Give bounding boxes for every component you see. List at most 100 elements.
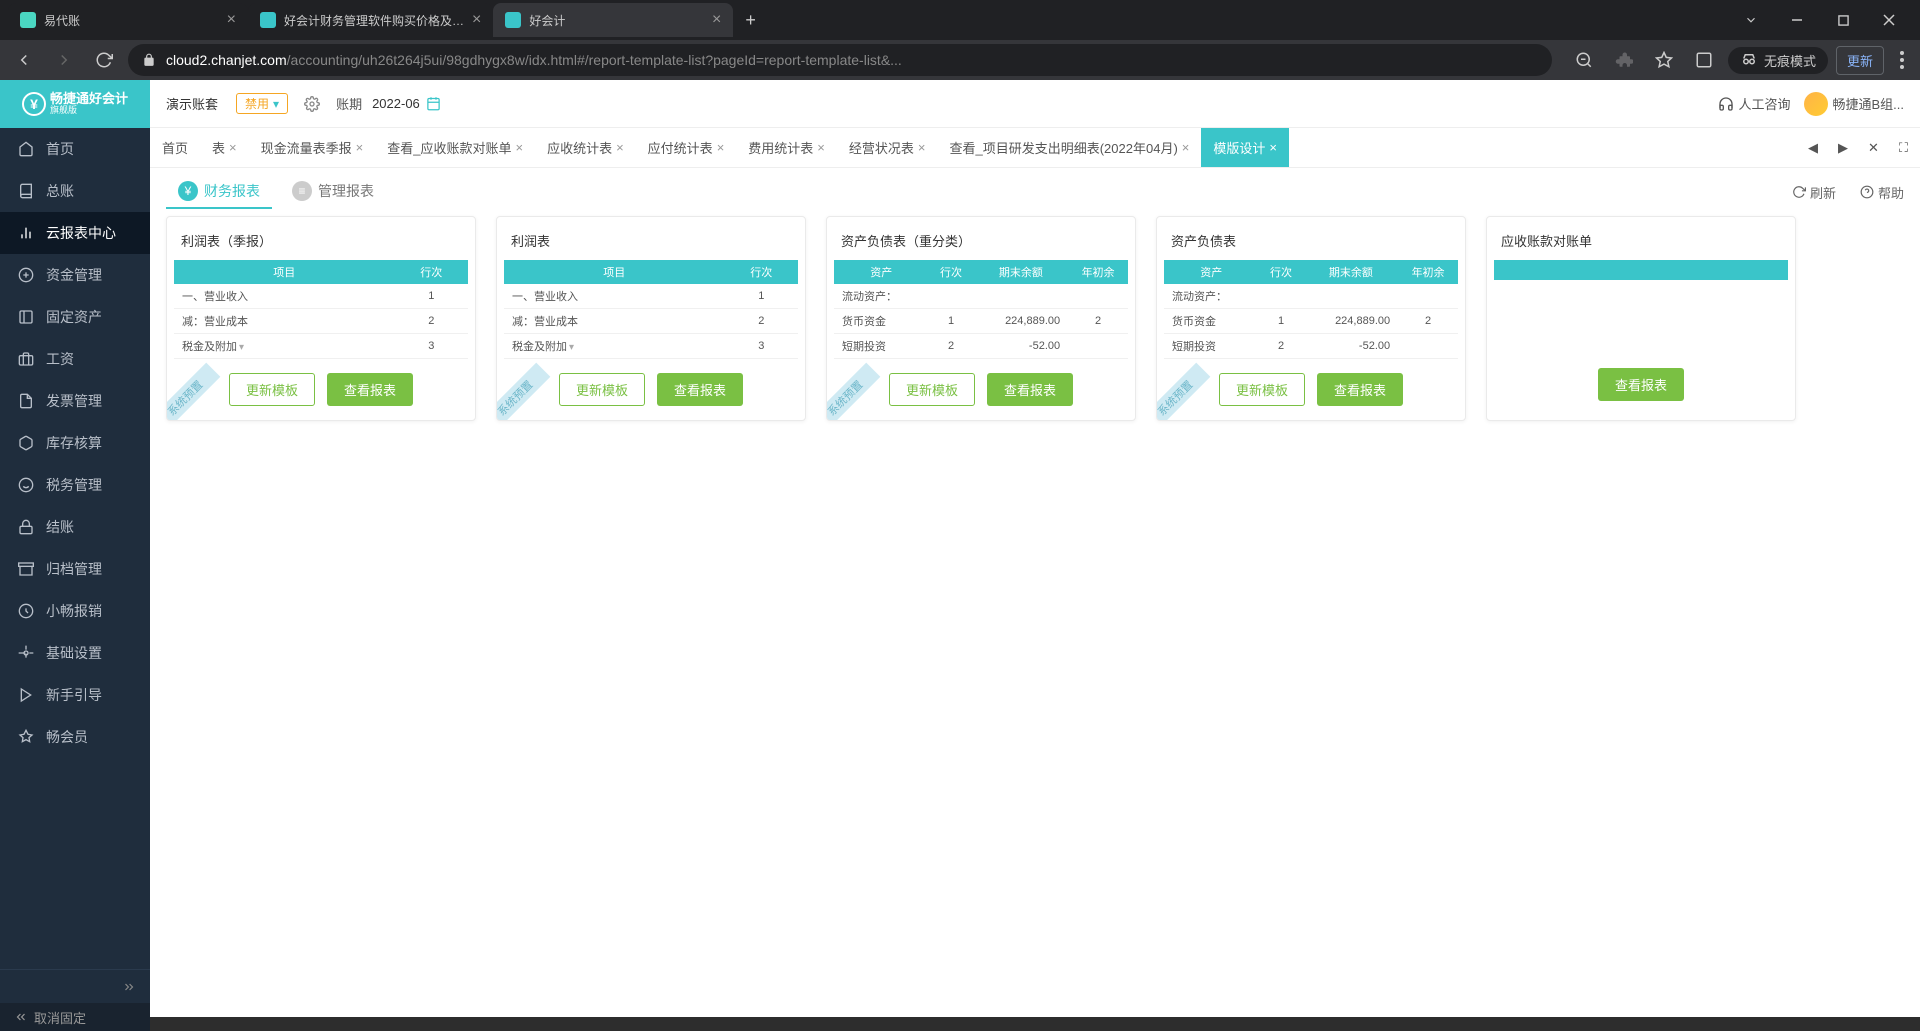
sidebar-item-guide[interactable]: 新手引导 bbox=[0, 674, 150, 716]
user-menu[interactable]: 畅捷通B组... bbox=[1804, 92, 1904, 116]
tab-scroll-right-icon[interactable]: ▶ bbox=[1834, 138, 1852, 158]
view-report-button[interactable]: 查看报表 bbox=[1317, 373, 1403, 406]
window-maximize-icon[interactable] bbox=[1820, 4, 1866, 36]
chevron-right-icon bbox=[122, 980, 136, 994]
taskbar bbox=[150, 1017, 1920, 1031]
sub-tab-management[interactable]: ≡ 管理报表 bbox=[280, 175, 386, 209]
calendar-icon[interactable] bbox=[426, 96, 441, 111]
incognito-badge[interactable]: 无痕模式 bbox=[1728, 47, 1828, 74]
tab-close-icon[interactable]: × bbox=[1269, 140, 1277, 155]
human-service-link[interactable]: 人工咨询 bbox=[1718, 94, 1790, 113]
account-icon[interactable] bbox=[1688, 44, 1720, 76]
page-tab[interactable]: 费用统计表× bbox=[736, 128, 837, 167]
page-tab[interactable]: 应收统计表× bbox=[535, 128, 636, 167]
window-minimize-icon[interactable] bbox=[1774, 4, 1820, 36]
sidebar-item-promo[interactable]: 小畅报销 bbox=[0, 590, 150, 632]
tab-close-icon[interactable]: × bbox=[515, 140, 523, 155]
sidebar-collapse-button[interactable] bbox=[0, 969, 150, 1003]
window-close-icon[interactable] bbox=[1866, 4, 1912, 36]
sidebar-item-archive[interactable]: 归档管理 bbox=[0, 548, 150, 590]
url-text: cloud2.chanjet.com/accounting/uh26t264j5… bbox=[166, 52, 902, 68]
view-report-button[interactable]: 查看报表 bbox=[657, 373, 743, 406]
fullscreen-icon[interactable]: ⛶ bbox=[1895, 138, 1912, 158]
report-card: 资产负债表（重分类） 资产行次期末余额年初余 流动资产：货币资金1224,889… bbox=[826, 216, 1136, 421]
view-report-button[interactable]: 查看报表 bbox=[1598, 368, 1684, 401]
zoom-icon[interactable] bbox=[1568, 44, 1600, 76]
sidebar: ¥ 畅捷通好会计 旗舰版 首页 总账 云报表中心 资金管理 固定资产 工资 发票… bbox=[0, 80, 150, 1031]
page-tab[interactable]: 查看_项目研发支出明细表(2022年04月)× bbox=[938, 128, 1202, 167]
sidebar-item-close[interactable]: 结账 bbox=[0, 506, 150, 548]
tab-close-icon[interactable]: × bbox=[472, 11, 481, 29]
browser-tab[interactable]: 好会计财务管理软件购买价格及… × bbox=[248, 3, 493, 37]
sidebar-item-home[interactable]: 首页 bbox=[0, 128, 150, 170]
tab-close-icon[interactable]: × bbox=[918, 140, 926, 155]
update-template-button[interactable]: 更新模板 bbox=[559, 373, 645, 406]
new-tab-button[interactable]: + bbox=[733, 10, 768, 31]
tab-close-icon[interactable]: × bbox=[712, 11, 721, 29]
reload-button[interactable] bbox=[88, 44, 120, 76]
period-value[interactable]: 2022-06 bbox=[372, 96, 420, 111]
report-card: 资产负债表 资产行次期末余额年初余 流动资产：货币资金1224,889.002短… bbox=[1156, 216, 1466, 421]
tab-close-all-icon[interactable]: ✕ bbox=[1864, 138, 1883, 158]
page-tab[interactable]: 现金流量表季报× bbox=[249, 128, 376, 167]
refresh-button[interactable]: 刷新 bbox=[1792, 183, 1836, 202]
tab-close-icon[interactable]: × bbox=[616, 140, 624, 155]
page-tab[interactable]: 表× bbox=[200, 128, 249, 167]
tax-icon bbox=[18, 477, 34, 493]
update-template-button[interactable]: 更新模板 bbox=[889, 373, 975, 406]
management-report-icon: ≡ bbox=[292, 181, 312, 201]
sidebar-item-report[interactable]: 云报表中心 bbox=[0, 212, 150, 254]
page-tab[interactable]: 模版设计× bbox=[1201, 128, 1289, 167]
report-icon bbox=[18, 225, 34, 241]
tab-favicon bbox=[260, 12, 276, 28]
expand-icon[interactable]: ▾ bbox=[569, 342, 574, 353]
account-name[interactable]: 演示账套 bbox=[166, 94, 218, 113]
tab-close-icon[interactable]: × bbox=[1182, 140, 1190, 155]
tab-close-icon[interactable]: × bbox=[817, 140, 825, 155]
status-badge[interactable]: 禁用 ▾ bbox=[236, 93, 288, 114]
page-tab[interactable]: 首页 bbox=[150, 128, 200, 167]
page-tab-label: 应付统计表 bbox=[648, 138, 713, 157]
extension-icon[interactable] bbox=[1608, 44, 1640, 76]
logo-icon: ¥ bbox=[22, 92, 46, 116]
window-chevron-icon[interactable] bbox=[1728, 4, 1774, 36]
view-report-button[interactable]: 查看报表 bbox=[987, 373, 1073, 406]
page-tab[interactable]: 经营状况表× bbox=[837, 128, 938, 167]
help-button[interactable]: 帮助 bbox=[1860, 183, 1904, 202]
expand-icon[interactable]: ▾ bbox=[239, 342, 244, 353]
sidebar-item-invoice[interactable]: 发票管理 bbox=[0, 380, 150, 422]
update-button[interactable]: 更新 bbox=[1836, 46, 1884, 75]
sidebar-item-member[interactable]: 畅会员 bbox=[0, 716, 150, 758]
forward-button[interactable] bbox=[48, 44, 80, 76]
sidebar-item-salary[interactable]: 工资 bbox=[0, 338, 150, 380]
settings-icon[interactable] bbox=[304, 96, 320, 112]
tab-close-icon[interactable]: × bbox=[717, 140, 725, 155]
tab-close-icon[interactable]: × bbox=[229, 140, 237, 155]
table-row: 短期投资2-52.00 bbox=[1164, 334, 1458, 359]
url-input[interactable]: cloud2.chanjet.com/accounting/uh26t264j5… bbox=[128, 44, 1552, 76]
unpin-button[interactable]: 取消固定 bbox=[0, 1003, 150, 1031]
update-template-button[interactable]: 更新模板 bbox=[229, 373, 315, 406]
sidebar-item-tax[interactable]: 税务管理 bbox=[0, 464, 150, 506]
bookmark-icon[interactable] bbox=[1648, 44, 1680, 76]
sidebar-item-fund[interactable]: 资金管理 bbox=[0, 254, 150, 296]
tab-scroll-left-icon[interactable]: ◀ bbox=[1804, 138, 1822, 158]
browser-tab[interactable]: 易代账 × bbox=[8, 3, 248, 37]
page-tab[interactable]: 查看_应收账款对账单× bbox=[375, 128, 535, 167]
tab-close-icon[interactable]: × bbox=[227, 11, 236, 29]
page-tab[interactable]: 应付统计表 × bbox=[636, 128, 737, 167]
update-template-button[interactable]: 更新模板 bbox=[1219, 373, 1305, 406]
tab-close-icon[interactable]: × bbox=[356, 140, 364, 155]
view-report-button[interactable]: 查看报表 bbox=[327, 373, 413, 406]
app-logo[interactable]: ¥ 畅捷通好会计 旗舰版 bbox=[0, 80, 150, 128]
browser-tab[interactable]: 好会计 × bbox=[493, 3, 733, 37]
sidebar-item-ledger[interactable]: 总账 bbox=[0, 170, 150, 212]
home-icon bbox=[18, 141, 34, 157]
sidebar-item-asset[interactable]: 固定资产 bbox=[0, 296, 150, 338]
browser-menu-icon[interactable] bbox=[1892, 51, 1912, 69]
card-title: 应收账款对账单 bbox=[1487, 231, 1795, 260]
back-button[interactable] bbox=[8, 44, 40, 76]
sidebar-item-settings[interactable]: 基础设置 bbox=[0, 632, 150, 674]
sub-tab-financial[interactable]: ¥ 财务报表 bbox=[166, 175, 272, 209]
sidebar-item-inventory[interactable]: 库存核算 bbox=[0, 422, 150, 464]
